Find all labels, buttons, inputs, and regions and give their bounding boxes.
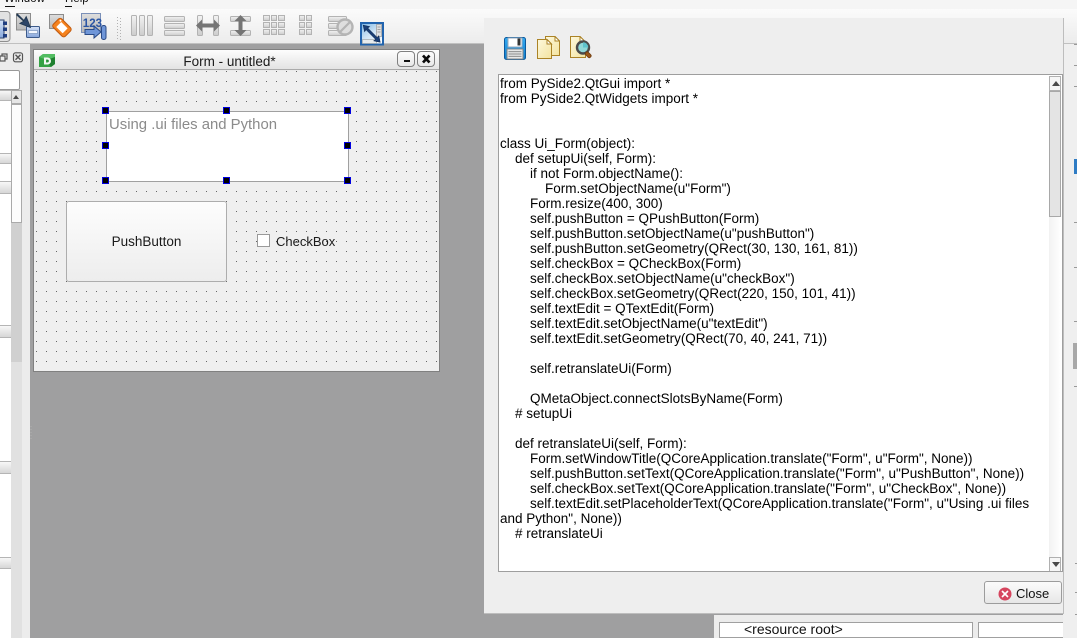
svg-text:123: 123 (83, 18, 102, 30)
